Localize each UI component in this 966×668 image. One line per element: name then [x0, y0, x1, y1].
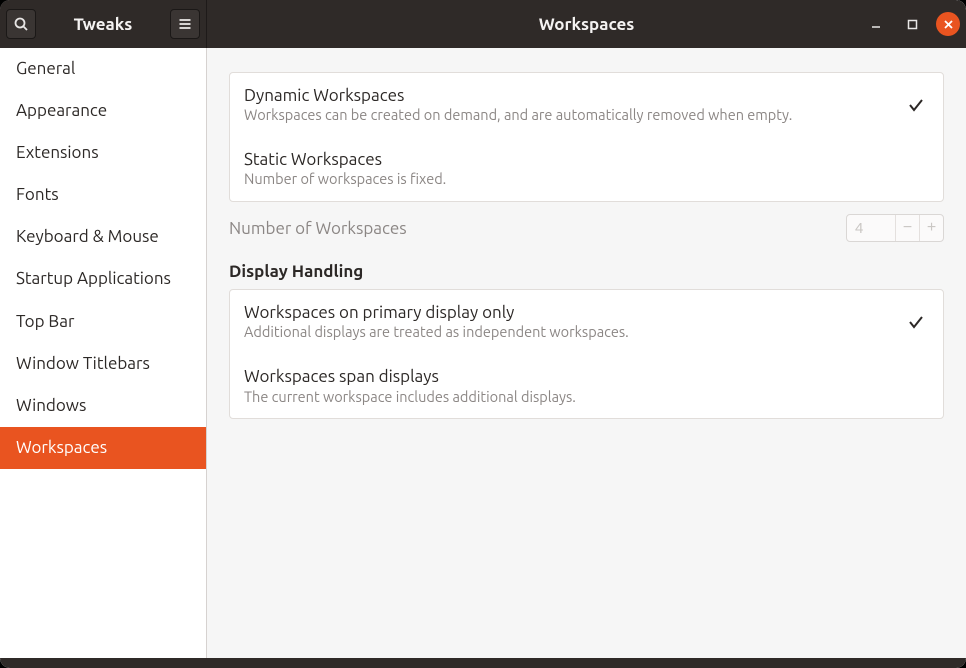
sidebar-item-label: General — [16, 59, 75, 78]
workspace-mode-option-static-workspaces[interactable]: Static WorkspacesNumber of workspaces is… — [230, 137, 943, 201]
page-title: Workspaces — [539, 15, 635, 34]
window-controls — [864, 0, 960, 48]
app-body: General Appearance Extensions Fonts Keyboard… — [0, 48, 966, 658]
workspace-mode-option-dynamic-workspaces[interactable]: Dynamic WorkspacesWorkspaces can be crea… — [230, 73, 943, 137]
sidebar-item-label: Keyboard & Mouse — [16, 227, 159, 246]
sidebar-item-label: Top Bar — [16, 312, 74, 331]
sidebar: General Appearance Extensions Fonts Keyboard… — [0, 48, 207, 658]
number-of-workspaces-stepper[interactable]: − + — [846, 214, 944, 242]
maximize-icon — [907, 19, 918, 30]
number-of-workspaces-input[interactable] — [847, 215, 895, 241]
close-icon — [943, 19, 954, 30]
stepper-increment-button[interactable]: + — [919, 215, 943, 241]
sidebar-item-label: Windows — [16, 396, 86, 415]
sidebar-item-label: Startup Applications — [16, 269, 171, 288]
option-title: Static Workspaces — [244, 149, 897, 170]
header-main: Workspaces — [207, 0, 966, 48]
workspace-mode-panel: Dynamic WorkspacesWorkspaces can be crea… — [229, 72, 944, 202]
sidebar-item-startup-applications[interactable]: Startup Applications — [0, 258, 206, 300]
hamburger-button[interactable] — [170, 9, 200, 39]
sidebar-item-label: Window Titlebars — [16, 354, 150, 373]
option-text: Workspaces on primary display onlyAdditi… — [244, 302, 897, 342]
display-handling-heading: Display Handling — [229, 252, 944, 289]
sidebar-item-general[interactable]: General — [0, 48, 206, 90]
option-text: Workspaces span displaysThe current work… — [244, 366, 897, 406]
app-title: Tweaks — [36, 15, 170, 34]
option-title: Dynamic Workspaces — [244, 85, 897, 106]
option-text: Static WorkspacesNumber of workspaces is… — [244, 149, 897, 189]
plus-icon: + — [927, 219, 936, 237]
sidebar-item-keyboard-mouse[interactable]: Keyboard & Mouse — [0, 216, 206, 258]
option-check — [897, 96, 925, 114]
sidebar-item-label: Appearance — [16, 101, 107, 120]
sidebar-item-top-bar[interactable]: Top Bar — [0, 301, 206, 343]
option-subtitle: Number of workspaces is fixed. — [244, 170, 897, 189]
app-window: Tweaks Workspaces — [0, 0, 966, 668]
window-bottom-border — [0, 658, 966, 668]
display-handling-option-workspaces-on-primary-display-only[interactable]: Workspaces on primary display onlyAdditi… — [230, 290, 943, 354]
content-pane: Dynamic WorkspacesWorkspaces can be crea… — [207, 48, 966, 658]
display-handling-option-workspaces-span-displays[interactable]: Workspaces span displaysThe current work… — [230, 354, 943, 418]
sidebar-item-appearance[interactable]: Appearance — [0, 90, 206, 132]
header-left: Tweaks — [0, 0, 207, 48]
window-maximize-button[interactable] — [900, 12, 924, 36]
checkmark-icon — [907, 313, 925, 331]
sidebar-item-label: Workspaces — [16, 438, 107, 457]
checkmark-icon — [907, 96, 925, 114]
option-subtitle: The current workspace includes additiona… — [244, 388, 897, 407]
search-button[interactable] — [6, 9, 36, 39]
header-bar: Tweaks Workspaces — [0, 0, 966, 48]
search-icon — [13, 16, 29, 32]
sidebar-item-workspaces[interactable]: Workspaces — [0, 427, 206, 469]
number-of-workspaces-label: Number of Workspaces — [229, 219, 846, 238]
minimize-icon — [870, 18, 882, 30]
display-handling-panel: Workspaces on primary display onlyAdditi… — [229, 289, 944, 419]
sidebar-item-windows[interactable]: Windows — [0, 385, 206, 427]
sidebar-item-extensions[interactable]: Extensions — [0, 132, 206, 174]
sidebar-item-fonts[interactable]: Fonts — [0, 174, 206, 216]
window-minimize-button[interactable] — [864, 12, 888, 36]
sidebar-item-label: Fonts — [16, 185, 59, 204]
window-close-button[interactable] — [936, 12, 960, 36]
option-subtitle: Additional displays are treated as indep… — [244, 323, 897, 342]
number-of-workspaces-row: Number of Workspaces − + — [229, 202, 944, 252]
stepper-decrement-button[interactable]: − — [895, 215, 919, 241]
minus-icon: − — [903, 219, 912, 237]
sidebar-item-window-titlebars[interactable]: Window Titlebars — [0, 343, 206, 385]
option-title: Workspaces on primary display only — [244, 302, 897, 323]
option-text: Dynamic WorkspacesWorkspaces can be crea… — [244, 85, 897, 125]
option-subtitle: Workspaces can be created on demand, and… — [244, 106, 897, 125]
sidebar-item-label: Extensions — [16, 143, 99, 162]
option-check — [897, 313, 925, 331]
option-title: Workspaces span displays — [244, 366, 897, 387]
hamburger-icon — [177, 16, 193, 32]
